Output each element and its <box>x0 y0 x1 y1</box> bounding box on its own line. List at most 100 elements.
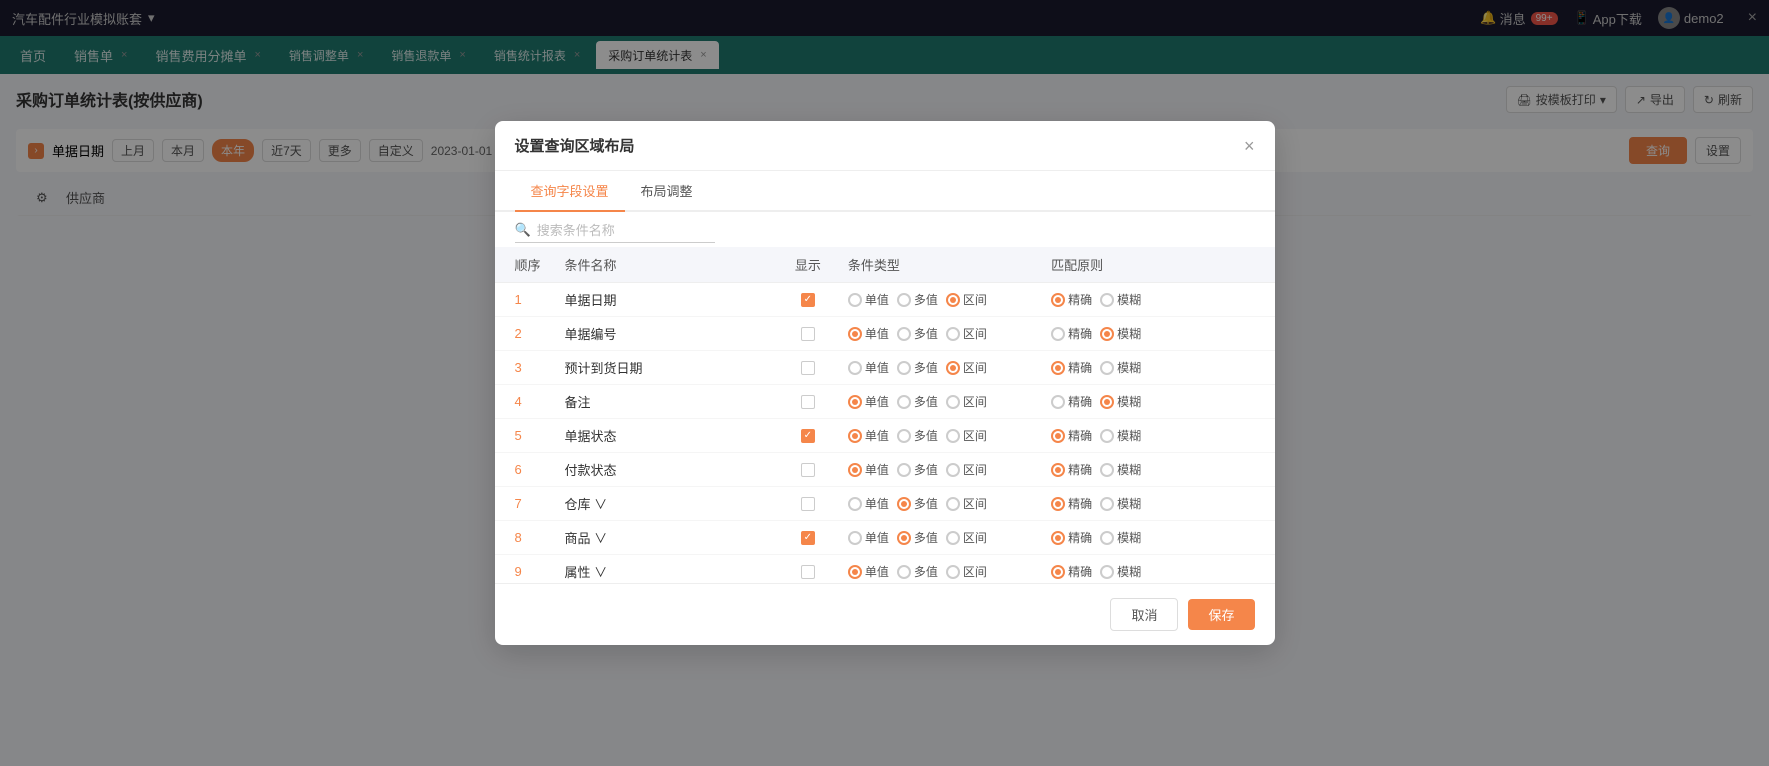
type-radio-单值[interactable] <box>848 565 862 579</box>
dialog-title: 设置查询区域布局 <box>515 135 635 156</box>
row-show[interactable] <box>768 327 848 341</box>
row-show[interactable] <box>768 361 848 375</box>
type-radio-区间[interactable] <box>946 293 960 307</box>
match-radio-模糊[interactable] <box>1100 395 1114 409</box>
row-show[interactable] <box>768 497 848 511</box>
row-type: 单值多值区间 <box>848 359 1051 376</box>
type-radio-区间[interactable] <box>946 395 960 409</box>
type-radio-多值[interactable] <box>897 497 911 511</box>
row-name: 单据状态 <box>565 426 768 445</box>
type-radio-多值[interactable] <box>897 565 911 579</box>
match-radio-模糊[interactable] <box>1100 531 1114 545</box>
type-radio-区间[interactable] <box>946 327 960 341</box>
type-radio-单值[interactable] <box>848 395 862 409</box>
dialog-header: 设置查询区域布局 × <box>495 121 1275 171</box>
match-radio-精确[interactable] <box>1051 565 1065 579</box>
match-radio-模糊[interactable] <box>1100 327 1114 341</box>
type-radio-单值[interactable] <box>848 531 862 545</box>
match-radio-模糊[interactable] <box>1100 361 1114 375</box>
page-area: 采购订单统计表(按供应商) 🖨 按模板打印 ▾ ↗ 导出 ↻ 刷新 › 单据日期… <box>0 74 1769 766</box>
dialog-table-row: 6付款状态单值多值区间精确模糊 <box>495 453 1275 487</box>
show-checkbox[interactable] <box>801 327 815 341</box>
row-name: 付款状态 <box>565 460 768 479</box>
row-name: 备注 <box>565 392 768 411</box>
match-radio-精确[interactable] <box>1051 531 1065 545</box>
col-type-header: 条件类型 <box>848 255 1051 274</box>
type-radio-区间[interactable] <box>946 361 960 375</box>
row-match: 精确模糊 <box>1051 291 1254 308</box>
row-show[interactable] <box>768 531 848 545</box>
row-order: 5 <box>515 428 565 443</box>
type-radio-多值[interactable] <box>897 531 911 545</box>
save-button[interactable]: 保存 <box>1188 599 1254 630</box>
col-name-header: 条件名称 <box>565 255 768 274</box>
show-checkbox[interactable] <box>801 463 815 477</box>
type-radio-区间[interactable] <box>946 463 960 477</box>
match-radio-模糊[interactable] <box>1100 565 1114 579</box>
row-order: 4 <box>515 394 565 409</box>
show-checkbox[interactable] <box>801 531 815 545</box>
row-show[interactable] <box>768 293 848 307</box>
match-radio-精确[interactable] <box>1051 293 1065 307</box>
type-radio-区间[interactable] <box>946 429 960 443</box>
row-show[interactable] <box>768 463 848 477</box>
type-radio-多值[interactable] <box>897 293 911 307</box>
match-radio-精确[interactable] <box>1051 463 1065 477</box>
show-checkbox[interactable] <box>801 395 815 409</box>
type-radio-区间[interactable] <box>946 497 960 511</box>
search-input[interactable] <box>537 223 697 238</box>
type-radio-单值[interactable] <box>848 429 862 443</box>
type-radio-单值[interactable] <box>848 327 862 341</box>
match-radio-精确[interactable] <box>1051 497 1065 511</box>
row-show[interactable] <box>768 429 848 443</box>
row-show[interactable] <box>768 565 848 579</box>
show-checkbox[interactable] <box>801 293 815 307</box>
type-radio-单值[interactable] <box>848 293 862 307</box>
type-radio-单值[interactable] <box>848 361 862 375</box>
type-radio-区间[interactable] <box>946 531 960 545</box>
match-radio-模糊[interactable] <box>1100 293 1114 307</box>
cancel-button[interactable]: 取消 <box>1110 598 1178 631</box>
match-radio-模糊[interactable] <box>1100 429 1114 443</box>
type-radio-多值[interactable] <box>897 463 911 477</box>
dialog-search-area: 🔍 <box>495 212 1275 247</box>
row-type: 单值多值区间 <box>848 495 1051 512</box>
dialog-close-button[interactable]: × <box>1244 137 1255 155</box>
tab-layout[interactable]: 布局调整 <box>625 171 709 212</box>
search-icon: 🔍 <box>515 222 531 238</box>
dialog-table-row: 5单据状态单值多值区间精确模糊 <box>495 419 1275 453</box>
row-order: 6 <box>515 462 565 477</box>
show-checkbox[interactable] <box>801 497 815 511</box>
type-radio-多值[interactable] <box>897 429 911 443</box>
row-name: 属性 ∨ <box>565 562 768 581</box>
type-radio-多值[interactable] <box>897 327 911 341</box>
row-type: 单值多值区间 <box>848 427 1051 444</box>
type-radio-多值[interactable] <box>897 395 911 409</box>
row-name: 仓库 ∨ <box>565 494 768 513</box>
col-show-header: 显示 <box>768 255 848 274</box>
match-radio-模糊[interactable] <box>1100 463 1114 477</box>
show-checkbox[interactable] <box>801 429 815 443</box>
type-radio-多值[interactable] <box>897 361 911 375</box>
tab-query-fields[interactable]: 查询字段设置 <box>515 171 625 212</box>
type-radio-单值[interactable] <box>848 497 862 511</box>
row-order: 9 <box>515 564 565 579</box>
type-radio-区间[interactable] <box>946 565 960 579</box>
show-checkbox[interactable] <box>801 361 815 375</box>
show-checkbox[interactable] <box>801 565 815 579</box>
type-radio-单值[interactable] <box>848 463 862 477</box>
row-type: 单值多值区间 <box>848 393 1051 410</box>
match-radio-精确[interactable] <box>1051 429 1065 443</box>
dialog-table-row: 8商品 ∨单值多值区间精确模糊 <box>495 521 1275 555</box>
row-match: 精确模糊 <box>1051 461 1254 478</box>
row-show[interactable] <box>768 395 848 409</box>
match-radio-模糊[interactable] <box>1100 497 1114 511</box>
match-radio-精确[interactable] <box>1051 327 1065 341</box>
row-type: 单值多值区间 <box>848 291 1051 308</box>
dialog-tabs: 查询字段设置 布局调整 <box>495 171 1275 212</box>
row-match: 精确模糊 <box>1051 495 1254 512</box>
row-order: 3 <box>515 360 565 375</box>
match-radio-精确[interactable] <box>1051 395 1065 409</box>
row-match: 精确模糊 <box>1051 325 1254 342</box>
match-radio-精确[interactable] <box>1051 361 1065 375</box>
